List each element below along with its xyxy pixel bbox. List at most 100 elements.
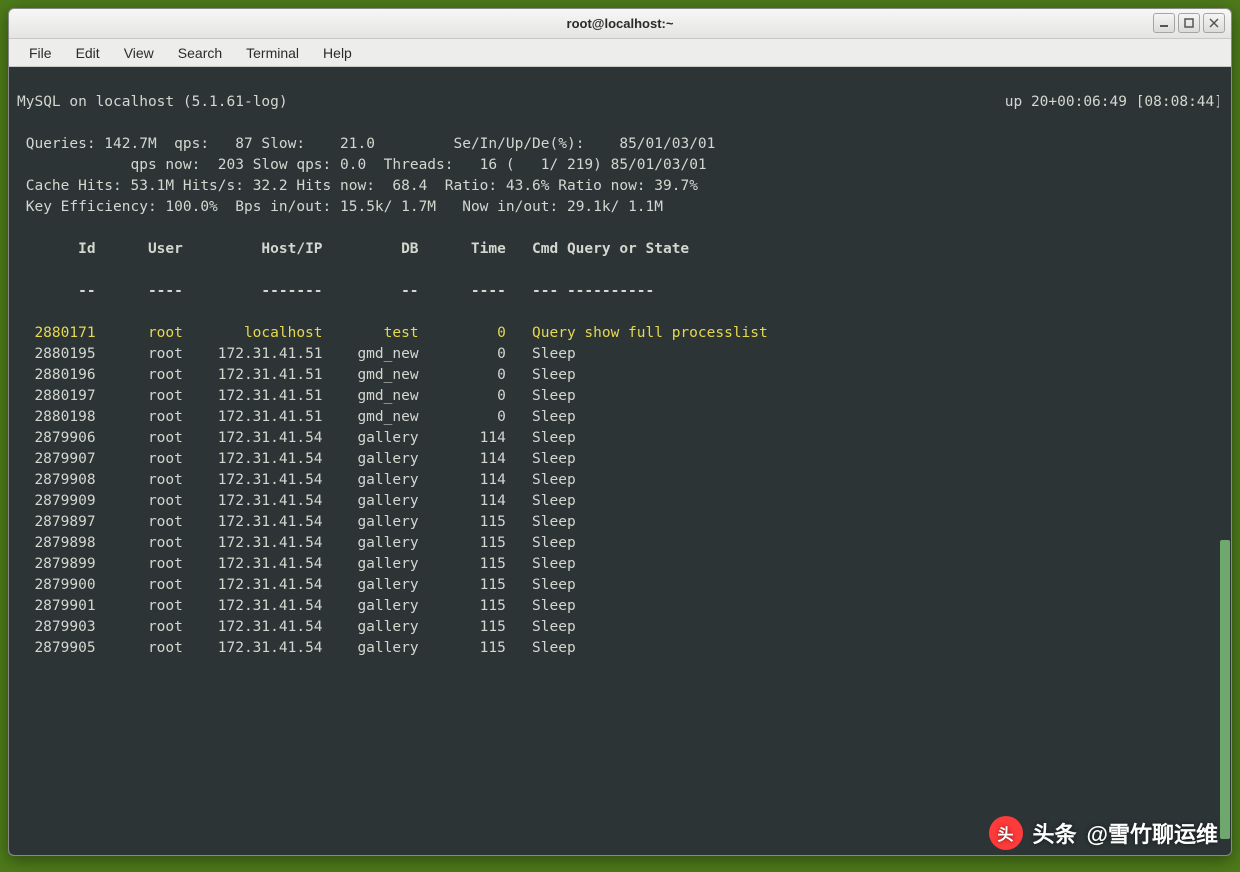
process-row: 2879903root172.31.41.54gallery115Sleep <box>17 617 1223 638</box>
cell-cmd: Sleep <box>506 386 576 407</box>
cell-cmd: Query show full processlist <box>506 323 768 344</box>
cell-host: localhost <box>183 323 323 344</box>
cell-time: 115 <box>419 554 506 575</box>
terminal-window: root@localhost:~ File Edit View Search T… <box>8 8 1232 856</box>
cell-db: gallery <box>323 512 419 533</box>
cell-user: root <box>96 407 183 428</box>
cell-time: 115 <box>419 512 506 533</box>
menu-help[interactable]: Help <box>311 41 364 65</box>
close-button[interactable] <box>1203 13 1225 33</box>
cell-host: 172.31.41.54 <box>183 575 323 596</box>
menu-file[interactable]: File <box>17 41 64 65</box>
cell-user: root <box>96 323 183 344</box>
cell-user: root <box>96 512 183 533</box>
cell-id: 2879903 <box>17 617 96 638</box>
col-host: Host/IP <box>183 239 323 260</box>
cell-time: 115 <box>419 617 506 638</box>
cell-db: test <box>323 323 419 344</box>
cell-db: gmd_new <box>323 386 419 407</box>
process-row: 2879906root172.31.41.54gallery114Sleep <box>17 428 1223 449</box>
cell-host: 172.31.41.54 <box>183 428 323 449</box>
cell-user: root <box>96 554 183 575</box>
cell-id: 2879899 <box>17 554 96 575</box>
scrollbar-thumb[interactable] <box>1220 540 1230 839</box>
process-row: 2879900root172.31.41.54gallery115Sleep <box>17 575 1223 596</box>
window-title: root@localhost:~ <box>567 16 674 31</box>
cell-db: gallery <box>323 470 419 491</box>
menu-search[interactable]: Search <box>166 41 234 65</box>
col-time: Time <box>419 239 506 260</box>
cell-db: gallery <box>323 533 419 554</box>
cell-id: 2879906 <box>17 428 96 449</box>
process-row: 2879907root172.31.41.54gallery114Sleep <box>17 449 1223 470</box>
cell-id: 2880171 <box>17 323 96 344</box>
window-controls <box>1153 13 1225 33</box>
menu-terminal[interactable]: Terminal <box>234 41 311 65</box>
cell-time: 114 <box>419 470 506 491</box>
cell-time: 114 <box>419 491 506 512</box>
process-row: 2880195root172.31.41.51gmd_new0Sleep <box>17 344 1223 365</box>
cell-cmd: Sleep <box>506 617 576 638</box>
cell-time: 0 <box>419 386 506 407</box>
minimize-button[interactable] <box>1153 13 1175 33</box>
cell-host: 172.31.41.51 <box>183 365 323 386</box>
maximize-button[interactable] <box>1178 13 1200 33</box>
cell-cmd: Sleep <box>506 365 576 386</box>
cell-host: 172.31.41.54 <box>183 617 323 638</box>
terminal-output[interactable]: MySQL on localhost (5.1.61-log)up 20+00:… <box>9 67 1231 855</box>
cell-host: 172.31.41.54 <box>183 470 323 491</box>
process-row: 2879908root172.31.41.54gallery114Sleep <box>17 470 1223 491</box>
cell-id: 2879908 <box>17 470 96 491</box>
cell-id: 2880196 <box>17 365 96 386</box>
menu-view[interactable]: View <box>112 41 166 65</box>
cell-cmd: Sleep <box>506 470 576 491</box>
cell-db: gallery <box>323 575 419 596</box>
cell-cmd: Sleep <box>506 596 576 617</box>
cell-db: gmd_new <box>323 344 419 365</box>
stats-cache: Cache Hits: 53.1M Hits/s: 32.2 Hits now:… <box>17 178 698 194</box>
cell-id: 2880197 <box>17 386 96 407</box>
cell-host: 172.31.41.54 <box>183 638 323 659</box>
menubar: File Edit View Search Terminal Help <box>9 39 1231 67</box>
window-titlebar[interactable]: root@localhost:~ <box>9 9 1231 39</box>
cell-user: root <box>96 617 183 638</box>
cell-db: gallery <box>323 638 419 659</box>
stats-queries: Queries: 142.7M qps: 87 Slow: 21.0 Se/In… <box>17 136 715 152</box>
process-row: 2879909root172.31.41.54gallery114Sleep <box>17 491 1223 512</box>
cell-host: 172.31.41.54 <box>183 512 323 533</box>
cell-time: 115 <box>419 575 506 596</box>
process-row: 2880196root172.31.41.51gmd_new0Sleep <box>17 365 1223 386</box>
col-cmd: Cmd Query or State <box>506 239 689 260</box>
mysql-host-line: MySQL on localhost (5.1.61-log) <box>17 92 288 113</box>
process-row: 2879898root172.31.41.54gallery115Sleep <box>17 533 1223 554</box>
cell-user: root <box>96 575 183 596</box>
cell-cmd: Sleep <box>506 533 576 554</box>
terminal-scrollbar[interactable] <box>1219 67 1231 855</box>
cell-id: 2879898 <box>17 533 96 554</box>
cell-time: 0 <box>419 407 506 428</box>
stats-key-eff: Key Efficiency: 100.0% Bps in/out: 15.5k… <box>17 199 663 215</box>
cell-user: root <box>96 638 183 659</box>
process-row: 2879899root172.31.41.54gallery115Sleep <box>17 554 1223 575</box>
cell-db: gmd_new <box>323 407 419 428</box>
cell-cmd: Sleep <box>506 491 576 512</box>
cell-db: gallery <box>323 596 419 617</box>
process-row: 2879897root172.31.41.54gallery115Sleep <box>17 512 1223 533</box>
cell-id: 2879901 <box>17 596 96 617</box>
cell-host: 172.31.41.54 <box>183 449 323 470</box>
process-row: 2879901root172.31.41.54gallery115Sleep <box>17 596 1223 617</box>
cell-id: 2880198 <box>17 407 96 428</box>
cell-user: root <box>96 344 183 365</box>
cell-id: 2879909 <box>17 491 96 512</box>
cell-user: root <box>96 533 183 554</box>
cell-cmd: Sleep <box>506 449 576 470</box>
cell-host: 172.31.41.51 <box>183 386 323 407</box>
cell-cmd: Sleep <box>506 638 576 659</box>
cell-time: 115 <box>419 638 506 659</box>
menu-edit[interactable]: Edit <box>64 41 112 65</box>
process-row: 2880171rootlocalhosttest0Query show full… <box>17 323 1223 344</box>
cell-cmd: Sleep <box>506 512 576 533</box>
cell-id: 2879897 <box>17 512 96 533</box>
cell-time: 0 <box>419 365 506 386</box>
cell-cmd: Sleep <box>506 428 576 449</box>
